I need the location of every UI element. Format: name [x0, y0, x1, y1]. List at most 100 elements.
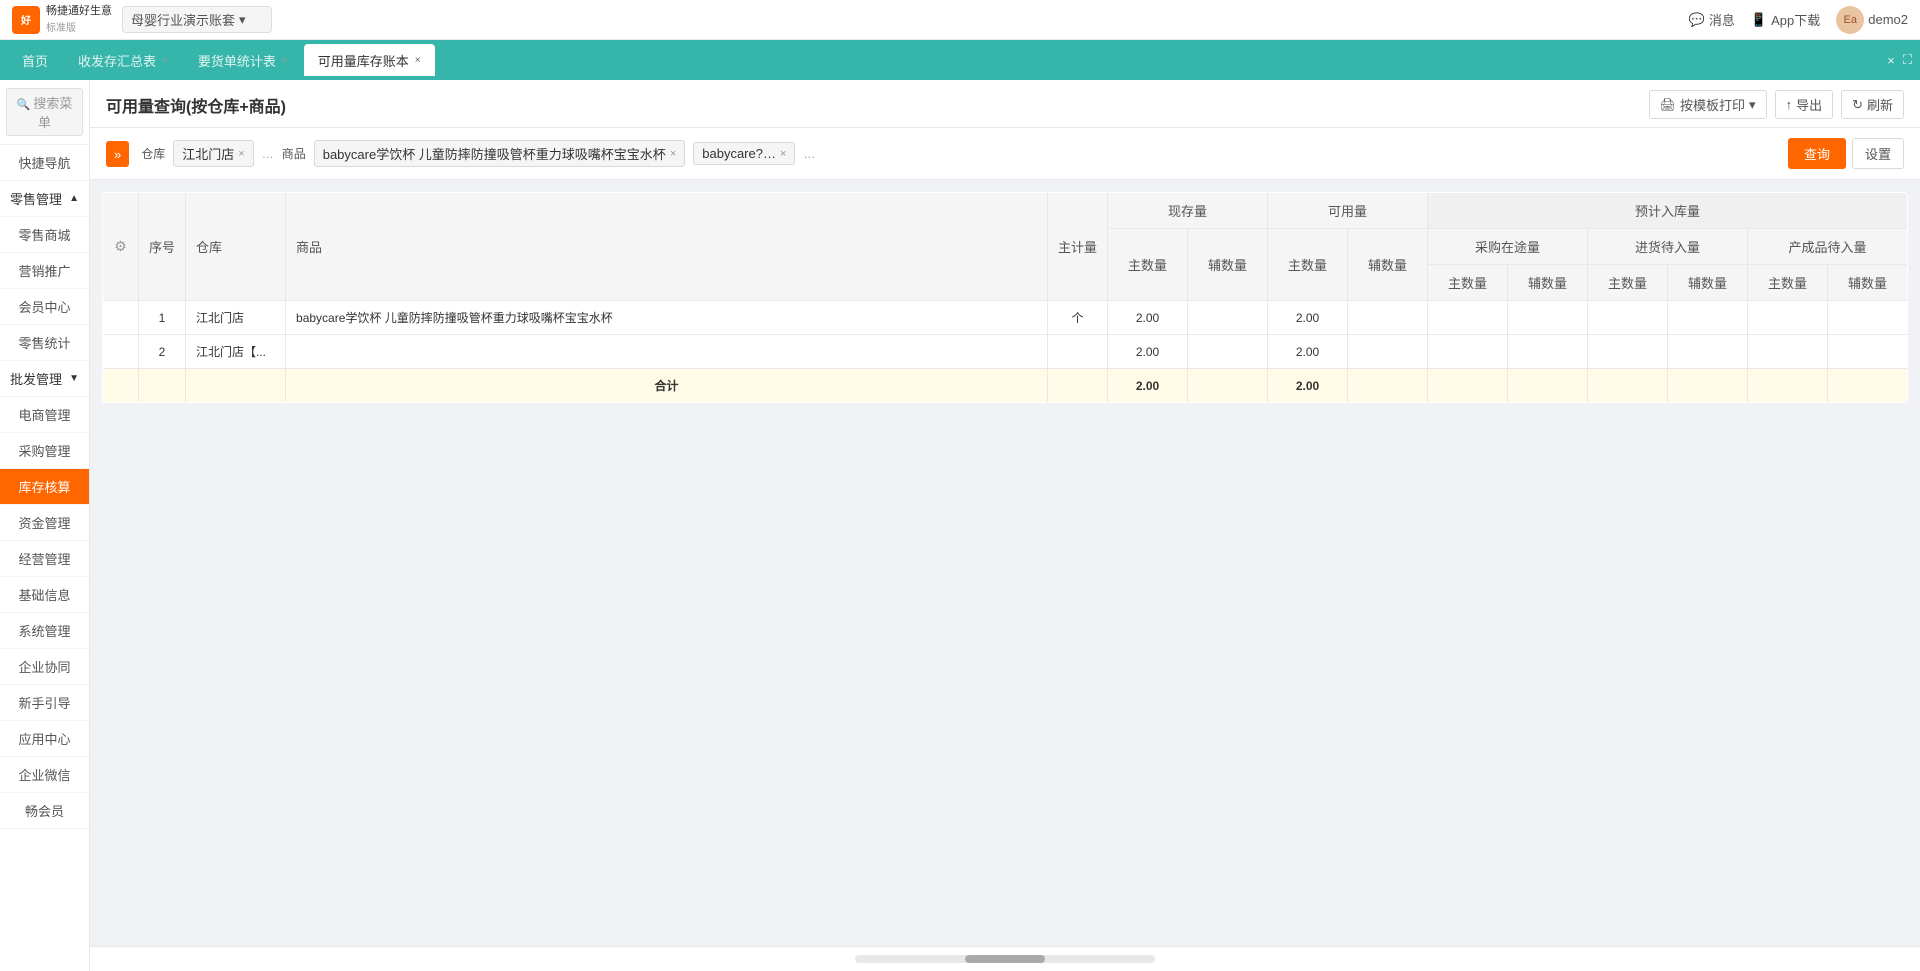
- warehouse-tag-remove[interactable]: ×: [238, 148, 244, 160]
- table-pro-main-header: 主数量: [1748, 265, 1828, 301]
- row-arr-aux: [1668, 335, 1748, 369]
- inbound-group-label: 预计入库量: [1635, 204, 1700, 219]
- sidebar-item-enterprise-collab[interactable]: 企业协同: [0, 649, 89, 685]
- app-download-action[interactable]: 📱 App下载: [1751, 10, 1820, 29]
- sidebar-item-retail-mgmt-label: 零售管理: [10, 189, 62, 208]
- sidebar-item-retail-mall-label: 零售商城: [18, 228, 70, 243]
- sidebar-item-retail-mall[interactable]: 零售商城: [0, 217, 89, 253]
- tab-available-stock[interactable]: 可用量库存账本 ×: [304, 44, 435, 76]
- tab-home[interactable]: 首页: [8, 44, 62, 76]
- row-settings-cell: [103, 335, 139, 369]
- table-container: ⚙ 序号 仓库 商品 主计量: [90, 180, 1920, 946]
- expand-icon[interactable]: ⛶: [1903, 52, 1912, 68]
- table-available-group-header: 可用量: [1268, 193, 1428, 229]
- sidebar-search-button[interactable]: 🔍 搜索菜单: [6, 88, 83, 136]
- sidebar-item-system-label: 系统管理: [18, 624, 70, 639]
- sidebar-item-basic-info[interactable]: 基础信息: [0, 577, 89, 613]
- row-avail-aux: [1348, 301, 1428, 335]
- col-stock-aux-label: 辅数量: [1208, 258, 1247, 273]
- print-template-button[interactable]: 🖨 按模板打印 ▾: [1649, 90, 1767, 119]
- sidebar-item-marketing-label: 营销推广: [18, 264, 70, 279]
- message-action[interactable]: 💬 消息: [1689, 10, 1735, 29]
- sidebar-item-operations[interactable]: 经营管理: [0, 541, 89, 577]
- query-button[interactable]: 查询: [1788, 138, 1846, 169]
- sidebar-item-operations-label: 经营管理: [18, 552, 70, 567]
- col-arr-main-label: 主数量: [1608, 276, 1647, 291]
- sidebar-item-retail-stats-label: 零售统计: [18, 336, 70, 351]
- goods-filter-label: 商品: [282, 145, 306, 162]
- table-settings-header[interactable]: ⚙: [103, 193, 139, 301]
- col-avail-main-label: 主数量: [1288, 258, 1327, 273]
- table-goods-header: 商品: [286, 193, 1048, 301]
- refresh-label: 刷新: [1867, 95, 1893, 114]
- industry-selector[interactable]: 母婴行业演示账套 ▾: [122, 6, 272, 33]
- app-icon: 📱: [1751, 12, 1767, 28]
- sidebar-item-member-pro[interactable]: 畅会员: [0, 793, 89, 829]
- tab-order-stats[interactable]: 要货单统计表 ×: [184, 44, 302, 76]
- sidebar-item-new-guide[interactable]: 新手引导: [0, 685, 89, 721]
- col-avail-aux-label: 辅数量: [1368, 258, 1407, 273]
- row-pro-aux: [1828, 335, 1908, 369]
- goods-tag-2-value: babycare?…: [702, 146, 776, 161]
- user-action[interactable]: Ea demo2: [1836, 6, 1908, 34]
- table-arr-aux-header: 辅数量: [1668, 265, 1748, 301]
- sidebar-item-inventory[interactable]: 库存核算: [0, 469, 89, 505]
- sidebar-item-quick-nav[interactable]: 快捷导航: [0, 145, 89, 181]
- close-all-tabs-icon[interactable]: ×: [1887, 53, 1895, 68]
- sidebar-item-ecommerce[interactable]: 电商管理: [0, 397, 89, 433]
- col-pur-main-label: 主数量: [1448, 276, 1487, 291]
- row-stock-main: 2.00: [1108, 301, 1188, 335]
- sidebar-item-finance[interactable]: 资金管理: [0, 505, 89, 541]
- content-area: 可用量查询(按仓库+商品) 🖨 按模板打印 ▾ ↑ 导出 ↻ 刷新: [90, 80, 1920, 971]
- refresh-button[interactable]: ↻ 刷新: [1841, 90, 1904, 119]
- sidebar-search-area: 🔍 搜索菜单: [0, 80, 89, 145]
- sidebar-item-retail-mgmt[interactable]: 零售管理 ▲: [0, 181, 89, 217]
- sidebar-item-wholesale[interactable]: 批发管理 ▼: [0, 361, 89, 397]
- sidebar-item-system[interactable]: 系统管理: [0, 613, 89, 649]
- sidebar-item-marketing[interactable]: 营销推广: [0, 253, 89, 289]
- footer-unit-cell: [1047, 369, 1107, 403]
- logo-text-block: 畅捷通好生意 标准版: [46, 5, 112, 33]
- footer-avail-main: 2.00: [1268, 369, 1348, 403]
- footer-stock-aux: [1188, 369, 1268, 403]
- row-goods: [286, 335, 1048, 369]
- row-stock-aux: [1188, 335, 1268, 369]
- sidebar-item-enterprise-wechat[interactable]: 企业微信: [0, 757, 89, 793]
- table-avail-aux-header: 辅数量: [1348, 229, 1428, 301]
- export-icon: ↑: [1786, 97, 1793, 112]
- scrollbar-thumb[interactable]: [965, 955, 1045, 963]
- col-stock-main-label: 主数量: [1128, 258, 1167, 273]
- tab-available-stock-close[interactable]: ×: [415, 55, 421, 66]
- filter-toggle-button[interactable]: »: [106, 141, 129, 167]
- col-pro-main-label: 主数量: [1768, 276, 1807, 291]
- table-pur-aux-header: 辅数量: [1508, 265, 1588, 301]
- logo-text: 畅捷通好生意: [46, 5, 112, 18]
- warehouse-tag: 江北门店 ×: [173, 140, 253, 167]
- tab-stock-summary[interactable]: 收发存汇总表 ×: [64, 44, 182, 76]
- footer-stock-main: 2.00: [1108, 369, 1188, 403]
- sidebar-item-member[interactable]: 会员中心: [0, 289, 89, 325]
- sidebar-item-retail-stats[interactable]: 零售统计: [0, 325, 89, 361]
- sidebar-item-purchase[interactable]: 采购管理: [0, 433, 89, 469]
- export-button[interactable]: ↑ 导出: [1775, 90, 1834, 119]
- tab-stock-summary-close[interactable]: ×: [162, 55, 168, 66]
- warehouse-more-icon[interactable]: …: [262, 147, 274, 161]
- row-avail-main: 2.00: [1268, 335, 1348, 369]
- logo-sub: 标准版: [46, 19, 112, 34]
- page-header: 可用量查询(按仓库+商品) 🖨 按模板打印 ▾ ↑ 导出 ↻ 刷新: [90, 80, 1920, 128]
- setting-button[interactable]: 设置: [1852, 138, 1904, 169]
- sidebar-item-inventory-label: 库存核算: [18, 480, 70, 495]
- row-pur-main: [1428, 335, 1508, 369]
- sidebar-item-app-center[interactable]: 应用中心: [0, 721, 89, 757]
- goods-tag-2-remove[interactable]: ×: [780, 148, 786, 160]
- table-pur-main-header: 主数量: [1428, 265, 1508, 301]
- nav-tab-controls: × ⛶: [1887, 52, 1912, 68]
- footer-pur-main: [1428, 369, 1508, 403]
- footer-no-cell: [139, 369, 186, 403]
- tab-order-stats-close[interactable]: ×: [282, 55, 288, 66]
- filter-row: 仓库 江北门店 × … 商品 babycare学饮杯 儿童防摔防撞吸管杯重力球吸…: [141, 140, 1776, 167]
- horizontal-scrollbar[interactable]: [855, 955, 1155, 963]
- sidebar-item-wholesale-label: 批发管理: [10, 369, 62, 388]
- goods-more-icon[interactable]: …: [803, 147, 815, 161]
- goods-tag-1-remove[interactable]: ×: [670, 148, 676, 160]
